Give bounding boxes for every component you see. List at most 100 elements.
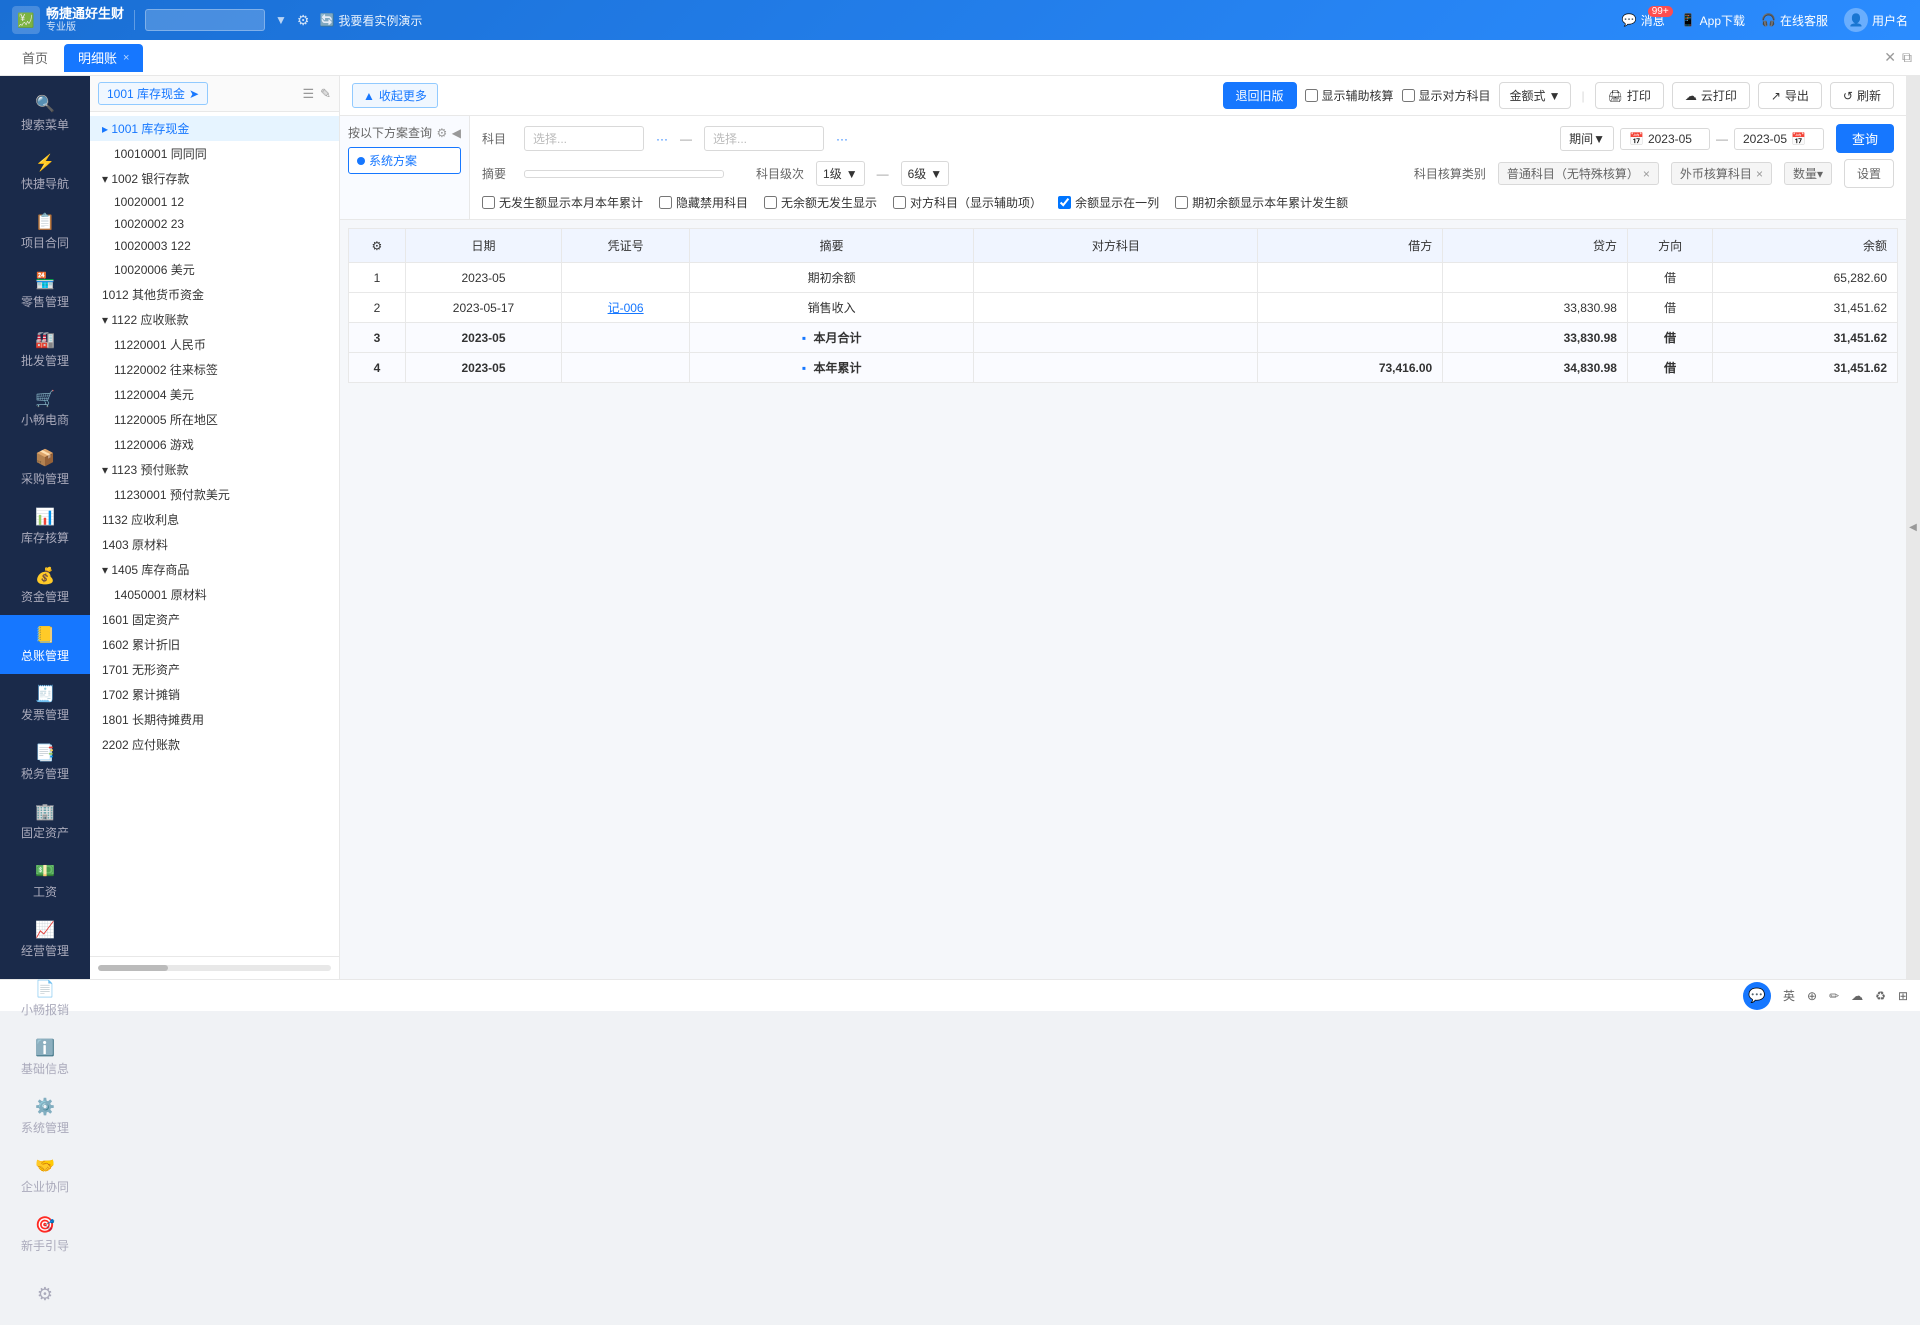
subject-more-icon[interactable]: ··· [656, 132, 668, 146]
tree-item-10020002[interactable]: 10020002 23 [90, 213, 339, 235]
subject-more-icon-2[interactable]: ··· [836, 132, 848, 146]
query-btn[interactable]: 查询 [1836, 124, 1894, 153]
tree-item-1001[interactable]: ▸ 1001 库存现金 [90, 116, 339, 141]
tab-home[interactable]: 首页 [8, 44, 62, 72]
print-btn[interactable]: 🖨 打印 [1595, 82, 1664, 109]
online-service-btn[interactable]: 🎧 在线客服 [1761, 12, 1828, 29]
sidebar-item-purchase[interactable]: 📦 采购管理 [0, 438, 90, 497]
sidebar-item-invoice[interactable]: 🧾 发票管理 [0, 674, 90, 733]
tree-item-10020003[interactable]: 10020003 122 [90, 235, 339, 257]
tab-minimize[interactable]: ⧉ [1902, 49, 1912, 66]
summary-input[interactable] [524, 170, 724, 178]
tree-item-1801[interactable]: 1801 长期待摊费用 [90, 707, 339, 732]
tree-item-1701[interactable]: 1701 无形资产 [90, 657, 339, 682]
tree-item-14050001[interactable]: 14050001 原材料 [90, 582, 339, 607]
return-old-btn[interactable]: 退回旧版 [1223, 82, 1297, 109]
sidebar-item-basic[interactable]: ℹ️ 基础信息 [0, 1028, 90, 1087]
schema-collapse-icon[interactable]: ◀ [452, 126, 461, 140]
sidebar-item-ecommerce[interactable]: 🛒 小畅电商 [0, 379, 90, 438]
sidebar-item-inventory[interactable]: 📊 库存核算 [0, 497, 90, 556]
expand-more-btn[interactable]: ▲ 收起更多 [352, 83, 438, 108]
sidebar-item-quick[interactable]: ⚡ 快捷导航 [0, 143, 90, 202]
status-chat-btn[interactable]: 💬 [1743, 982, 1771, 1010]
tree-item-11220005[interactable]: 11220005 所在地区 [90, 407, 339, 432]
tab-ledger[interactable]: 明细账 × [64, 44, 143, 72]
tree-item-1012[interactable]: 1012 其他货币资金 [90, 282, 339, 307]
tag-close-1[interactable]: × [1643, 167, 1650, 181]
tree-item-11220004[interactable]: 11220004 美元 [90, 382, 339, 407]
sidebar-item-guide[interactable]: 🎯 新手引导 [0, 1205, 90, 1264]
show-contra-checkbox[interactable]: 显示对方科目 [1402, 87, 1491, 104]
tree-item-2202[interactable]: 2202 应付账款 [90, 732, 339, 757]
voucher-link[interactable]: 记-006 [608, 301, 644, 315]
tree-item-10020006[interactable]: 10020006 美元 [90, 257, 339, 282]
tree-item-1405[interactable]: ▾ 1405 库存商品 [90, 557, 339, 582]
tree-item-1602[interactable]: 1602 累计折旧 [90, 632, 339, 657]
cb-no-amount[interactable]: 无发生额显示本月本年累计 [482, 194, 643, 211]
tree-item-1002[interactable]: ▾ 1002 银行存款 [90, 166, 339, 191]
schema-btn[interactable]: 系统方案 [348, 147, 461, 174]
dropdown-icon[interactable]: ▼ [275, 13, 287, 27]
sidebar-item-salary[interactable]: 💵 工资 [0, 851, 90, 910]
tree-item-1702[interactable]: 1702 累计摊销 [90, 682, 339, 707]
gear-settings-icon[interactable]: ⚙ [372, 239, 383, 253]
show-aux-checkbox[interactable]: 显示辅助核算 [1305, 87, 1394, 104]
tree-scrollbar[interactable] [98, 965, 331, 971]
sidebar-item-wholesale[interactable]: 🏭 批发管理 [0, 320, 90, 379]
sidebar-item-project[interactable]: 📋 项目合同 [0, 202, 90, 261]
category-tag-1[interactable]: 普通科目（无特殊核算） × [1498, 162, 1659, 185]
cloud-print-btn[interactable]: ☁ 云打印 [1672, 82, 1750, 109]
status-item-lang[interactable]: 英 [1783, 987, 1795, 1004]
period-start-input[interactable]: 📅 2023-05 [1620, 128, 1710, 150]
export-btn[interactable]: ↗ 导出 [1758, 82, 1822, 109]
sidebar-item-search[interactable]: 🔍 搜索菜单 [0, 84, 90, 143]
user-avatar[interactable]: 👤 用户名 [1844, 8, 1908, 32]
settings-icon[interactable]: ⚙ [297, 12, 310, 29]
sidebar-item-operations[interactable]: 📈 经营管理 [0, 910, 90, 969]
app-download-btn[interactable]: 📱 App下载 [1681, 12, 1745, 29]
tab-close-icon[interactable]: × [123, 52, 129, 64]
sidebar-item-tax[interactable]: 📑 税务管理 [0, 733, 90, 792]
tree-item-11220006[interactable]: 11220006 游戏 [90, 432, 339, 457]
message-btn[interactable]: 💬 消息 99+ [1622, 12, 1665, 29]
category-tag-2[interactable]: 外币核算科目 × [1671, 162, 1772, 185]
tag-close-2[interactable]: × [1756, 167, 1763, 181]
period-end-input[interactable]: 2023-05 📅 [1734, 128, 1824, 150]
period-select[interactable]: 期间▼ [1560, 126, 1614, 151]
level-start-select[interactable]: 1级 ▼ [816, 161, 865, 186]
tree-item-1123[interactable]: ▾ 1123 预付账款 [90, 457, 339, 482]
tree-item-1601[interactable]: 1601 固定资产 [90, 607, 339, 632]
settings-btn[interactable]: 设置 [1844, 159, 1894, 188]
tree-item-11220002[interactable]: 11220002 往来标签 [90, 357, 339, 382]
cb-balance-one-col[interactable]: 余额显示在一列 [1058, 194, 1159, 211]
tree-item-10020001[interactable]: 10020001 12 [90, 191, 339, 213]
sidebar-item-fund[interactable]: 💰 资金管理 [0, 556, 90, 615]
tree-item-1403[interactable]: 1403 原材料 [90, 532, 339, 557]
amount-style-dropdown[interactable]: 金额式 ▼ [1499, 82, 1572, 109]
level-end-select[interactable]: 6级 ▼ [901, 161, 950, 186]
sidebar-item-assets[interactable]: 🏢 固定资产 [0, 792, 90, 851]
sidebar-item-system[interactable]: ⚙️ 系统管理 [0, 1087, 90, 1146]
demo-link[interactable]: 🔄 我要看实例演示 [319, 12, 422, 29]
category-tag-3[interactable]: 数量▾ [1784, 162, 1832, 185]
sidebar-item-ledger[interactable]: 📒 总账管理 [0, 615, 90, 674]
tree-item-1132[interactable]: 1132 应收利息 [90, 507, 339, 532]
tree-item-11220001[interactable]: 11220001 人民币 [90, 332, 339, 357]
sidebar-item-cooperation[interactable]: 🤝 企业协同 [0, 1146, 90, 1205]
subject-input-2[interactable]: 选择... [704, 126, 824, 151]
cb-hide-disabled[interactable]: 隐藏禁用科目 [659, 194, 748, 211]
tree-item-10010001[interactable]: 10010001 同同同 [90, 141, 339, 166]
cb-opening-ytd[interactable]: 期初余额显示本年累计发生额 [1175, 194, 1348, 211]
th-settings[interactable]: ⚙ [349, 229, 406, 263]
status-item-edit[interactable]: ✏ [1829, 989, 1839, 1003]
subject-input[interactable]: 选择... [524, 126, 644, 151]
tab-close-window[interactable]: ✕ [1884, 49, 1896, 66]
sidebar-item-report[interactable]: 📄 小畅报销 [0, 969, 90, 1028]
cb-contra-show[interactable]: 对方科目（显示辅助项） [893, 194, 1042, 211]
tree-item-1122[interactable]: ▾ 1122 应收账款 [90, 307, 339, 332]
refresh-btn[interactable]: ↺ 刷新 [1830, 82, 1894, 109]
tree-item-11230001[interactable]: 11230001 预付款美元 [90, 482, 339, 507]
global-search-input[interactable] [145, 9, 265, 31]
tree-list-icon[interactable]: ☰ [302, 86, 314, 102]
cb-no-balance[interactable]: 无余额无发生显示 [764, 194, 877, 211]
